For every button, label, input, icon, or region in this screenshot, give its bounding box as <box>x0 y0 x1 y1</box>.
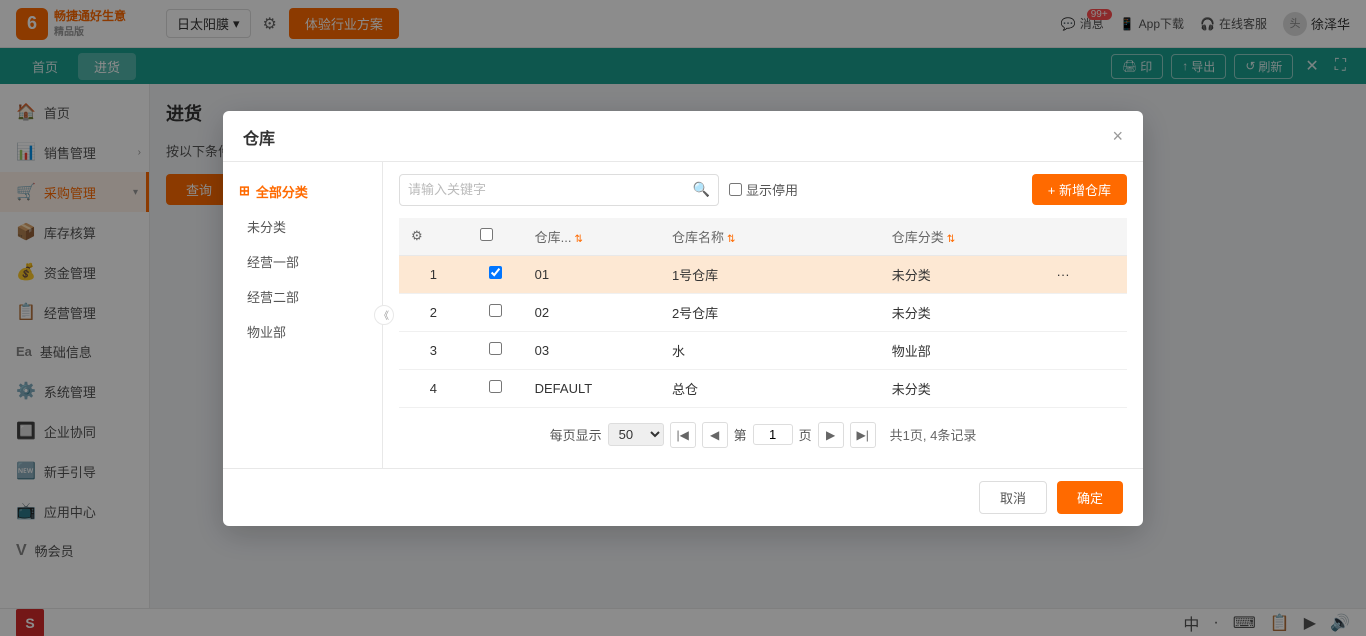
row-index: 4 <box>399 369 468 407</box>
modal-footer: 取消 确定 <box>223 468 1143 526</box>
search-box: 🔍 <box>399 174 719 206</box>
col-header-type[interactable]: 仓库分类⇅ <box>880 218 1045 256</box>
row-check[interactable] <box>468 255 523 293</box>
category-panel: ⊞ 全部分类 未分类 经营一部 经营二部 物业部 《 <box>223 162 383 468</box>
search-input[interactable] <box>408 182 693 197</box>
row-action[interactable] <box>1045 293 1127 331</box>
row-type: 物业部 <box>880 331 1045 369</box>
category-item-dept2[interactable]: 经营二部 <box>223 279 382 314</box>
next-page-btn[interactable]: ▶ <box>818 422 844 448</box>
select-all-checkbox[interactable] <box>480 228 493 241</box>
row-check[interactable] <box>468 331 523 369</box>
category-item-property[interactable]: 物业部 <box>223 314 382 349</box>
row-type: 未分类 <box>880 293 1045 331</box>
row-name: 2号仓库 <box>660 293 880 331</box>
col-header-name[interactable]: 仓库名称⇅ <box>660 218 880 256</box>
sort-icon-name: ⇅ <box>727 234 735 245</box>
table-row[interactable]: 4 DEFAULT 总仓 未分类 <box>399 369 1127 407</box>
row-type: 未分类 <box>880 255 1045 293</box>
prev-page-btn[interactable]: ◀ <box>702 422 728 448</box>
row-check[interactable] <box>468 293 523 331</box>
modal-body: ⊞ 全部分类 未分类 经营一部 经营二部 物业部 《 🔍 <box>223 162 1143 468</box>
sort-icon-code: ⇅ <box>574 234 582 245</box>
modal-close-btn[interactable]: × <box>1112 126 1123 147</box>
show-disabled-label[interactable]: 显示停用 <box>729 180 798 199</box>
row-action[interactable] <box>1045 331 1127 369</box>
collapse-panel-btn[interactable]: 《 <box>374 305 394 325</box>
modal-title: 仓库 <box>243 125 275 149</box>
row-action[interactable]: ··· <box>1045 255 1127 293</box>
per-page-select[interactable]: 50 20 100 <box>608 423 664 446</box>
confirm-btn[interactable]: 确定 <box>1057 481 1123 514</box>
row-check[interactable] <box>468 369 523 407</box>
col-header-code[interactable]: 仓库...⇅ <box>523 218 660 256</box>
row-code: 02 <box>523 293 660 331</box>
search-icon: 🔍 <box>693 181 710 198</box>
last-page-btn[interactable]: ▶| <box>850 422 876 448</box>
total-info: 共1页, 4条记录 <box>890 425 977 444</box>
row-name: 总仓 <box>660 369 880 407</box>
modal-header: 仓库 × <box>223 111 1143 162</box>
row-index: 2 <box>399 293 468 331</box>
pagination: 每页显示 50 20 100 |◀ ◀ 第 页 ▶ ▶| 共1页, 4条记录 <box>399 408 1127 456</box>
table-panel: 🔍 显示停用 + 新增仓库 ⚙ <box>383 162 1143 468</box>
category-item-dept1[interactable]: 经营一部 <box>223 244 382 279</box>
table-row[interactable]: 3 03 水 物业部 <box>399 331 1127 369</box>
add-warehouse-btn[interactable]: + 新增仓库 <box>1032 174 1127 205</box>
warehouse-table: ⚙ 仓库...⇅ 仓库名称⇅ <box>399 218 1127 408</box>
col-header-action <box>1045 218 1127 256</box>
col-header-gear: ⚙ <box>399 218 468 256</box>
row-index: 1 <box>399 255 468 293</box>
cancel-btn[interactable]: 取消 <box>979 481 1047 514</box>
category-item-unclassified[interactable]: 未分类 <box>223 209 382 244</box>
row-type: 未分类 <box>880 369 1045 407</box>
page-number-input[interactable] <box>753 424 793 445</box>
row-index: 3 <box>399 331 468 369</box>
row-name: 水 <box>660 331 880 369</box>
table-row[interactable]: 2 02 2号仓库 未分类 <box>399 293 1127 331</box>
row-code: 03 <box>523 331 660 369</box>
row-action[interactable] <box>1045 369 1127 407</box>
first-page-btn[interactable]: |◀ <box>670 422 696 448</box>
warehouse-modal: 仓库 × ⊞ 全部分类 未分类 经营一部 经营二部 物业部 《 <box>223 111 1143 526</box>
grid-icon: ⊞ <box>239 183 250 199</box>
modal-backdrop: 仓库 × ⊞ 全部分类 未分类 经营一部 经营二部 物业部 《 <box>0 0 1366 636</box>
table-toolbar: 🔍 显示停用 + 新增仓库 <box>399 174 1127 206</box>
category-all-item[interactable]: ⊞ 全部分类 <box>223 174 382 209</box>
row-code: 01 <box>523 255 660 293</box>
table-row[interactable]: 1 01 1号仓库 未分类 ··· <box>399 255 1127 293</box>
row-name: 1号仓库 <box>660 255 880 293</box>
show-disabled-checkbox[interactable] <box>729 183 742 196</box>
sort-icon-type: ⇅ <box>947 234 955 245</box>
table-container: ⚙ 仓库...⇅ 仓库名称⇅ <box>399 218 1127 408</box>
col-header-check <box>468 218 523 256</box>
row-code: DEFAULT <box>523 369 660 407</box>
